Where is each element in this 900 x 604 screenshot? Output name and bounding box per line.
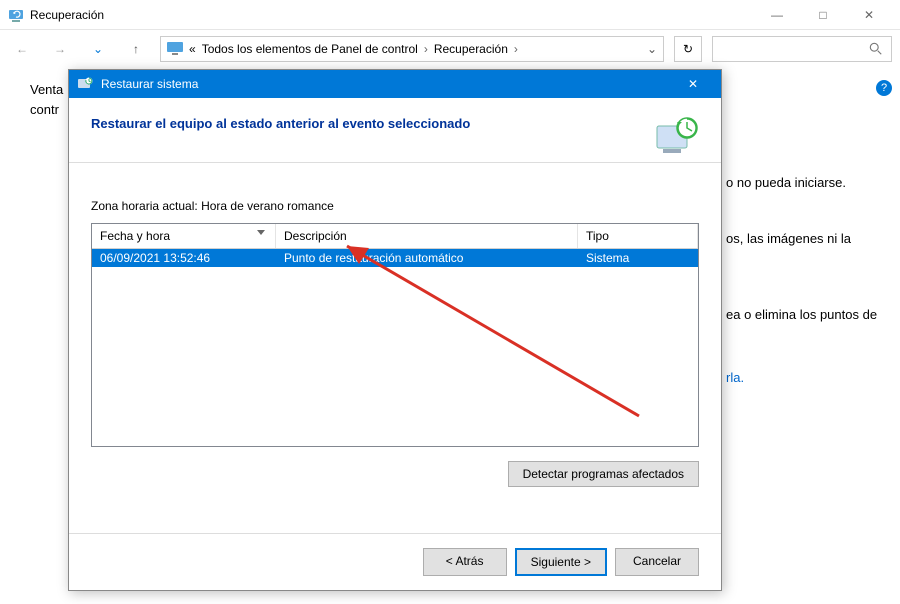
back-button[interactable]: ← <box>8 35 36 63</box>
bg-frag-4: rla. <box>726 368 744 388</box>
refresh-button[interactable]: ↻ <box>674 36 702 62</box>
forward-button[interactable]: → <box>46 35 74 63</box>
search-box[interactable] <box>712 36 892 62</box>
detect-programs-button[interactable]: Detectar programas afectados <box>508 461 699 487</box>
address-bar[interactable]: « Todos los elementos de Panel de contro… <box>160 36 664 62</box>
breadcrumb-sep-1: › <box>424 42 428 56</box>
restore-dialog: Restaurar sistema ✕ Restaurar el equipo … <box>68 69 722 591</box>
back-wizard-button[interactable]: < Atrás <box>423 548 507 576</box>
monitor-icon <box>167 42 183 56</box>
column-type[interactable]: Tipo <box>578 224 698 248</box>
window-title: Recuperación <box>30 8 104 22</box>
row-desc: Punto de restauración automático <box>276 249 578 267</box>
search-icon <box>869 42 883 56</box>
cancel-wizard-button[interactable]: Cancelar <box>615 548 699 576</box>
restore-graphic-icon <box>655 116 699 154</box>
up-button[interactable]: ↑ <box>122 35 150 63</box>
recovery-icon <box>8 7 24 23</box>
recent-dropdown[interactable]: ⌄ <box>84 35 112 63</box>
restore-points-list: Fecha y hora Descripción Tipo 06/09/2021… <box>91 223 699 447</box>
window-controls: — □ ✕ <box>754 0 892 30</box>
maximize-button[interactable]: □ <box>800 0 846 30</box>
addr-dropdown-icon[interactable]: ⌄ <box>647 42 657 56</box>
dialog-header: Restaurar el equipo al estado anterior a… <box>69 98 721 163</box>
breadcrumb-1[interactable]: Todos los elementos de Panel de control <box>202 42 418 56</box>
addr-raquo: « <box>189 42 196 56</box>
next-wizard-button[interactable]: Siguiente > <box>515 548 607 576</box>
column-date[interactable]: Fecha y hora <box>92 224 276 248</box>
column-desc[interactable]: Descripción <box>276 224 578 248</box>
restore-point-row[interactable]: 06/09/2021 13:52:46 Punto de restauració… <box>92 249 698 267</box>
dialog-title: Restaurar sistema <box>101 77 198 91</box>
dialog-footer: < Atrás Siguiente > Cancelar <box>69 533 721 590</box>
timezone-label: Zona horaria actual: Hora de verano roma… <box>91 199 699 213</box>
minimize-button[interactable]: — <box>754 0 800 30</box>
row-type: Sistema <box>578 249 698 267</box>
main-window: Recuperación — □ ✕ ← → ⌄ ↑ « Todos los e… <box>0 0 900 604</box>
breadcrumb-sep-2: › <box>514 42 518 56</box>
detect-row: Detectar programas afectados <box>91 461 699 487</box>
navbar: ← → ⌄ ↑ « Todos los elementos de Panel d… <box>0 30 900 68</box>
bg-frag-1: o no pueda iniciarse. <box>726 173 846 193</box>
close-button[interactable]: ✕ <box>846 0 892 30</box>
system-restore-icon <box>77 76 93 92</box>
breadcrumb-2[interactable]: Recuperación <box>434 42 508 56</box>
dialog-heading: Restaurar el equipo al estado anterior a… <box>91 116 635 131</box>
dialog-titlebar: Restaurar sistema ✕ <box>69 70 721 98</box>
titlebar: Recuperación — □ ✕ <box>0 0 900 30</box>
row-date: 06/09/2021 13:52:46 <box>92 249 276 267</box>
dialog-body: Zona horaria actual: Hora de verano roma… <box>69 163 721 533</box>
help-icon[interactable]: ? <box>876 80 892 96</box>
list-header: Fecha y hora Descripción Tipo <box>92 224 698 249</box>
bg-frag-2: os, las imágenes ni la <box>726 229 851 249</box>
dialog-close-button[interactable]: ✕ <box>673 70 713 98</box>
bg-frag-3: ea o elimina los puntos de <box>726 305 877 325</box>
